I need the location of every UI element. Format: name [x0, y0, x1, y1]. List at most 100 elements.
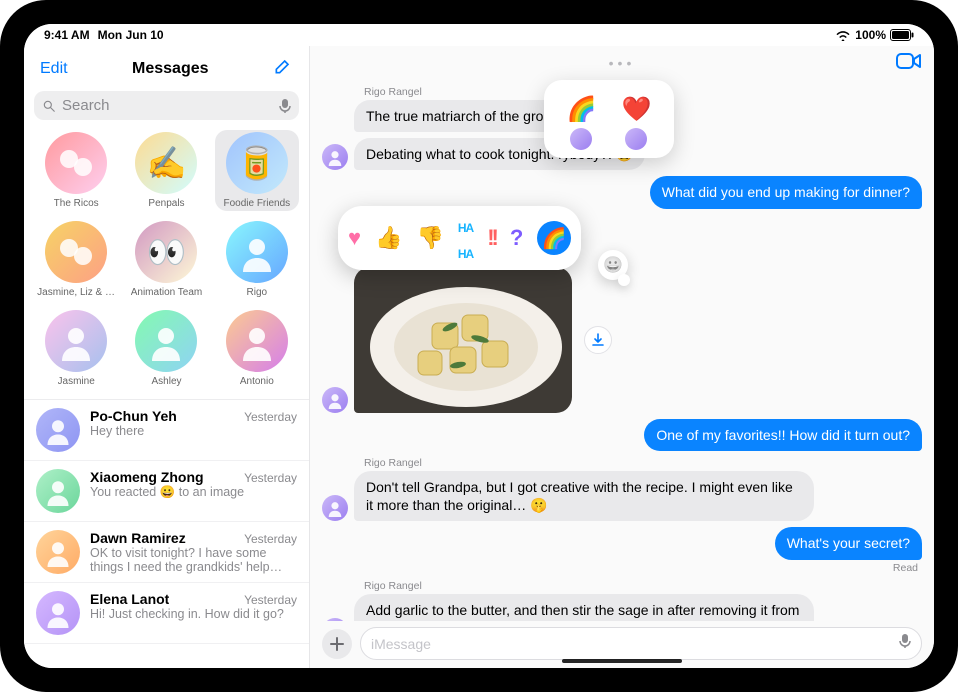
plus-icon — [329, 636, 345, 652]
heart-icon: ❤️ — [622, 95, 652, 124]
wifi-icon — [835, 29, 851, 41]
tapback-option-exclaim[interactable]: !! — [487, 225, 496, 251]
conversation-time: Yesterday — [244, 471, 297, 485]
message-row: What did you end up making for dinner? — [322, 176, 922, 208]
avatar — [226, 310, 288, 372]
avatar — [36, 591, 80, 635]
pinned-conversation[interactable]: Jasmine, Liz & Rigo — [34, 219, 118, 300]
pinned-conversation[interactable]: Ashley — [124, 308, 208, 389]
sidebar-search[interactable] — [34, 91, 299, 120]
conversation-pane: ••• Rigo Rangel The true matriarch of the… — [310, 46, 934, 668]
read-receipt: Read — [893, 562, 918, 574]
conversation-name: Xiaomeng Zhong — [90, 469, 204, 485]
pinned-conversation[interactable]: 👀 Animation Team — [124, 219, 208, 300]
conversation-name: Po-Chun Yeh — [90, 408, 177, 424]
message-row: Add garlic to the butter, and then stir … — [322, 594, 922, 622]
pinned-conversation[interactable]: Antonio — [215, 308, 299, 389]
avatar — [45, 132, 107, 194]
edit-button[interactable]: Edit — [34, 56, 74, 82]
conversation-preview: Hi! Just checking in. How did it go? — [90, 607, 297, 621]
conversation-row[interactable]: Xiaomeng Zhong YesterdayYou reacted 😀 to … — [24, 461, 309, 522]
message-bubble-outgoing[interactable]: What's your secret? — [775, 527, 922, 559]
message-bubble-incoming[interactable]: The true matriarch of the grou — [354, 100, 563, 132]
avatar — [226, 221, 288, 283]
tapback-option-thumbs-down[interactable]: 👎 — [416, 225, 443, 251]
conversation-list[interactable]: Po-Chun YehYesterdayHey thereXiaomeng Zh… — [24, 400, 309, 668]
rainbow-icon: 🌈 — [567, 95, 597, 124]
home-indicator[interactable] — [562, 659, 682, 663]
avatar — [36, 469, 80, 513]
message-bubble-incoming[interactable]: Add garlic to the butter, and then stir … — [354, 594, 814, 622]
compose-button[interactable] — [267, 52, 299, 85]
dictation-icon[interactable] — [279, 98, 291, 114]
avatar — [322, 144, 348, 170]
image-attachment[interactable] — [354, 267, 572, 413]
pinned-label: Animation Team — [131, 287, 203, 298]
search-input[interactable] — [62, 97, 273, 114]
avatar — [570, 128, 592, 150]
tapback-add-emoji-button[interactable]: 😀 — [598, 250, 628, 280]
sidebar: Edit Messages The Ricos✍️Penpals 🥫 Foodie … — [24, 46, 310, 668]
message-row: One of my favorites!! How did it turn ou… — [322, 419, 922, 451]
dictation-button[interactable] — [899, 633, 911, 654]
tapback-entry[interactable]: 🌈 — [567, 95, 597, 150]
message-row: What's your secret? — [322, 527, 922, 559]
avatar — [322, 495, 348, 521]
tapback-picker[interactable]: ♥ 👍 👎 HAHA!!? 🌈 — [338, 206, 581, 270]
food-image — [354, 267, 572, 413]
tapback-entry[interactable]: ❤️ — [622, 95, 652, 150]
tapback-option-selected[interactable]: 🌈 — [537, 221, 571, 255]
tapback-option-question[interactable]: ? — [510, 225, 523, 251]
pinned-label: Foodie Friends — [223, 198, 290, 209]
message-row: Don't tell Grandpa, but I got creative w… — [322, 471, 922, 521]
message-bubble-incoming[interactable]: Don't tell Grandpa, but I got creative w… — [354, 471, 814, 521]
avatar: 👀 — [135, 221, 197, 283]
pinned-conversation[interactable]: Rigo — [215, 219, 299, 300]
tapback-option-heart[interactable]: ♥ — [348, 225, 361, 251]
conversation-preview: Hey there — [90, 424, 297, 438]
conversation-row[interactable]: Po-Chun Yeh YesterdayHey there — [24, 400, 309, 461]
mic-icon — [899, 633, 911, 649]
save-image-button[interactable] — [584, 326, 612, 354]
sidebar-title: Messages — [132, 60, 209, 78]
pinned-conversation[interactable]: Jasmine — [34, 308, 118, 389]
tapback-detail-popover[interactable]: 🌈 ❤️ — [544, 80, 674, 158]
battery-percent: 100% — [855, 28, 886, 42]
sender-label: Rigo Rangel — [364, 457, 922, 469]
pinned-conversation[interactable]: The Ricos — [34, 130, 118, 211]
avatar — [36, 530, 80, 574]
pinned-conversation[interactable]: ✍️Penpals — [124, 130, 208, 211]
compose-icon — [273, 56, 293, 76]
message-bubble-outgoing[interactable]: One of my favorites!! How did it turn ou… — [644, 419, 922, 451]
message-input[interactable] — [371, 636, 899, 652]
window-controls-icon[interactable]: ••• — [609, 55, 636, 71]
conversation-name: Dawn Ramirez — [90, 530, 186, 546]
tapback-option-thumbs-up[interactable]: 👍 — [375, 225, 402, 251]
pinned-label: Antonio — [240, 376, 274, 387]
pinned-label: Rigo — [247, 287, 268, 298]
download-icon — [591, 333, 605, 347]
pinned-conversation[interactable]: 🥫 Foodie Friends — [215, 130, 299, 211]
avatar: 🥫 — [226, 132, 288, 194]
status-time: 9:41 AM — [44, 28, 90, 42]
attachments-button[interactable] — [322, 629, 352, 659]
video-icon — [896, 52, 922, 70]
conversation-row[interactable]: Dawn RamirezYesterdayOK to visit tonight… — [24, 522, 309, 583]
conversation-preview: You reacted 😀 to an image — [90, 485, 297, 500]
conversation-row[interactable]: Elena LanotYesterdayHi! Just checking in… — [24, 583, 309, 644]
tapback-option-haha[interactable]: HAHA — [458, 212, 473, 264]
conversation-time: Yesterday — [244, 410, 297, 424]
facetime-button[interactable] — [896, 52, 922, 75]
message-input-field[interactable] — [360, 627, 922, 660]
battery-icon — [890, 29, 914, 41]
pinned-label: Jasmine, Liz & Rigo — [37, 287, 115, 298]
avatar — [45, 310, 107, 372]
status-date: Mon Jun 10 — [98, 28, 164, 42]
avatar — [135, 310, 197, 372]
message-row — [322, 267, 922, 413]
message-bubble-outgoing[interactable]: What did you end up making for dinner? — [650, 176, 922, 208]
avatar — [36, 408, 80, 452]
emoji-face-icon: 😀 — [603, 255, 623, 275]
conversation-name: Elena Lanot — [90, 591, 169, 607]
search-icon — [42, 99, 56, 113]
